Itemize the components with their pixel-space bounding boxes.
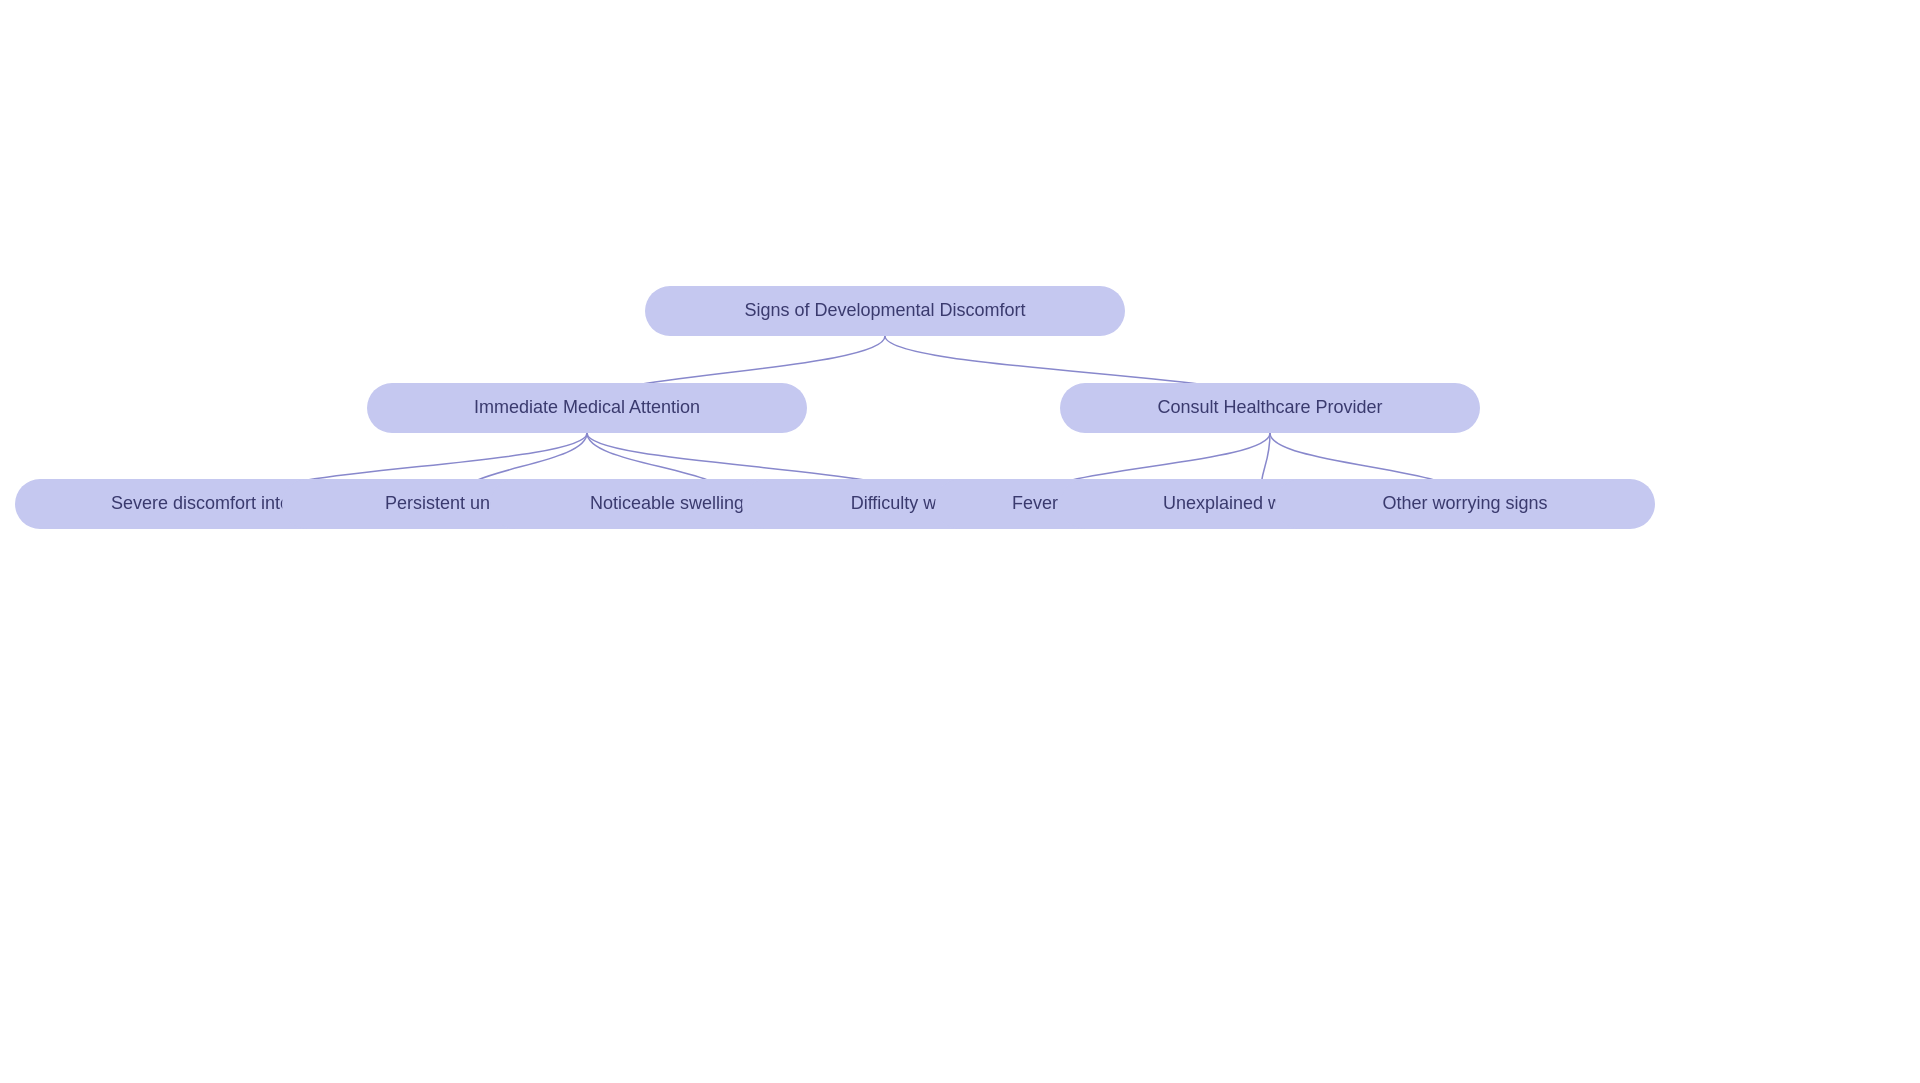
chp-node-label: Consult Healthcare Provider (1157, 397, 1382, 417)
fever-node-label: Fever (1012, 493, 1058, 513)
ima-node-label: Immediate Medical Attention (474, 397, 700, 417)
otherworrying-node-label: Other worrying signs (1382, 493, 1547, 513)
diagram-svg: Signs of Developmental Discomfort Immedi… (0, 0, 1920, 1083)
root-node-label: Signs of Developmental Discomfort (744, 300, 1025, 320)
